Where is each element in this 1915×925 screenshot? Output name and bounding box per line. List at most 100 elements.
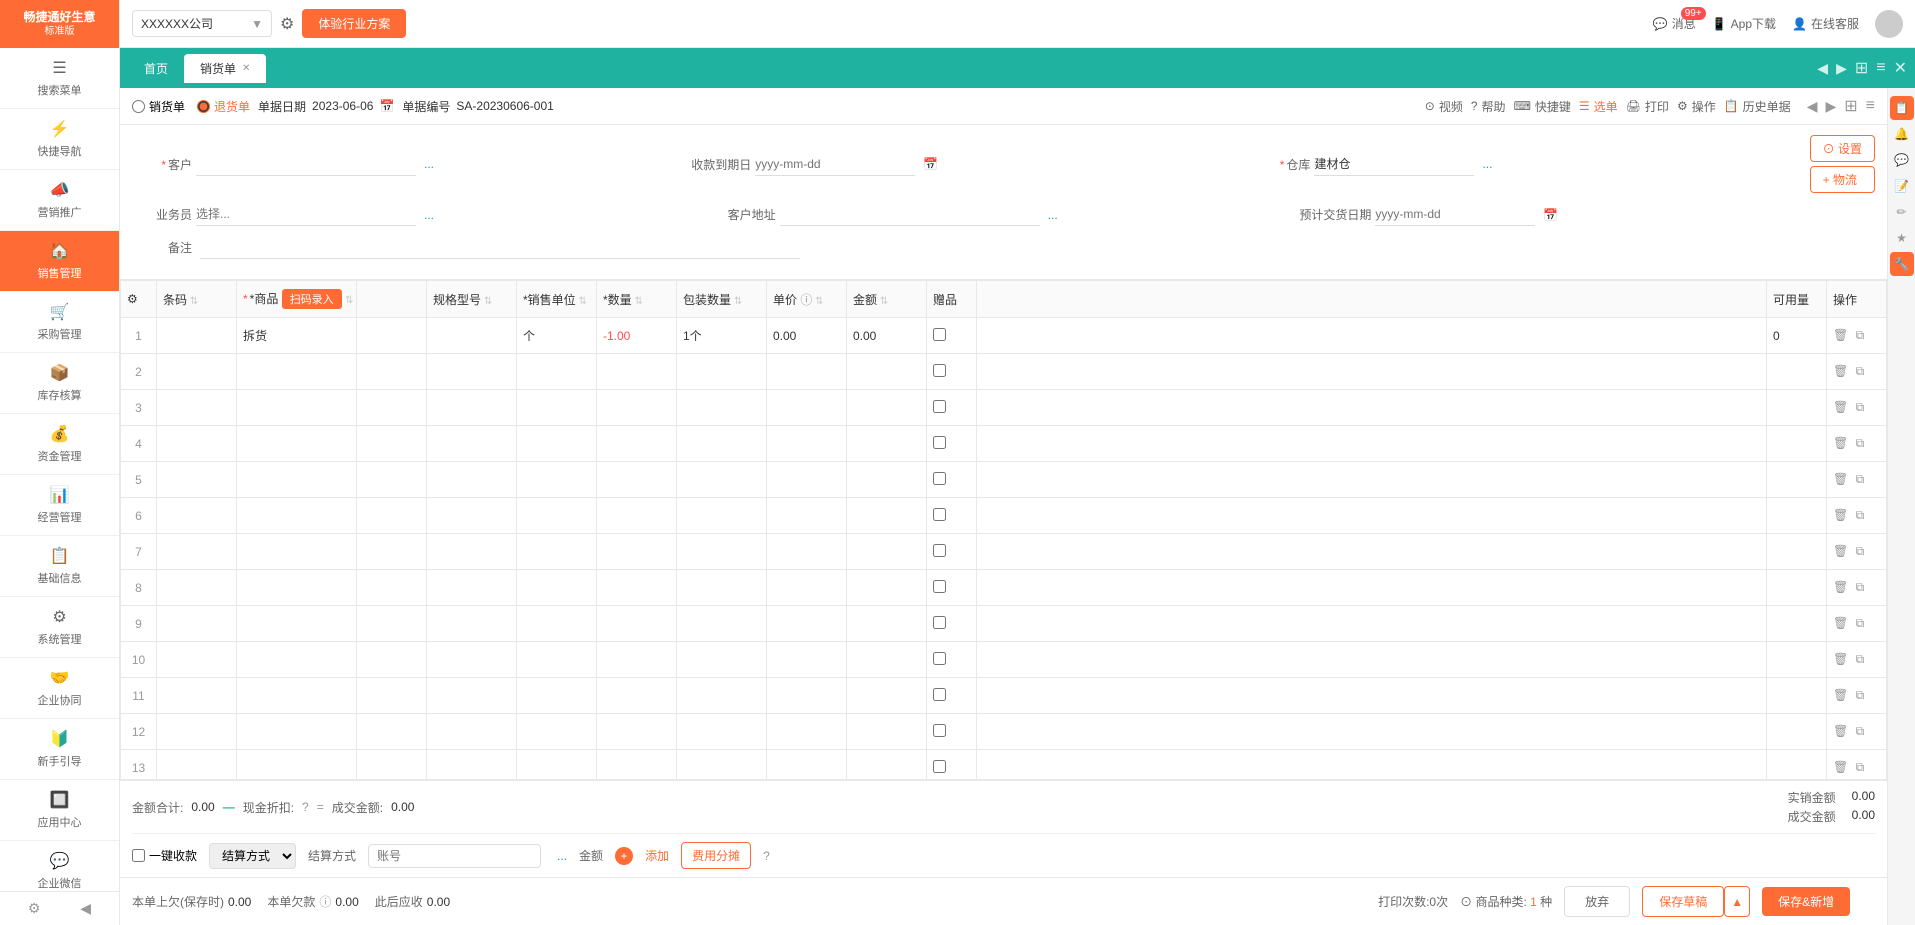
- tab-close-icon[interactable]: ✕: [242, 63, 250, 74]
- due-date-input[interactable]: [755, 153, 915, 176]
- trial-button[interactable]: 体验行业方案: [302, 9, 406, 38]
- row-amount[interactable]: [847, 354, 927, 390]
- row-barcode[interactable]: [157, 570, 237, 606]
- row-price[interactable]: [767, 606, 847, 642]
- delete-icon[interactable]: 🗑: [1833, 400, 1848, 414]
- copy-icon[interactable]: ⧉: [1856, 616, 1865, 630]
- fenyong-button[interactable]: 费用分摊: [681, 842, 751, 869]
- calendar-delivery-icon[interactable]: 📅: [1543, 208, 1558, 222]
- sidebar-item-search[interactable]: ☰ 搜索菜单: [0, 48, 119, 109]
- row-barcode[interactable]: [157, 426, 237, 462]
- row-gift[interactable]: [927, 390, 977, 426]
- save-new-button[interactable]: 保存&新增: [1762, 887, 1850, 916]
- row-remark[interactable]: [977, 570, 1767, 606]
- row-qty[interactable]: [597, 354, 677, 390]
- row-amount[interactable]: [847, 426, 927, 462]
- row-qty[interactable]: [597, 498, 677, 534]
- row-spec[interactable]: [427, 462, 517, 498]
- row-spec[interactable]: [427, 498, 517, 534]
- list-icon[interactable]: ≡: [1866, 97, 1875, 115]
- row-price[interactable]: [767, 426, 847, 462]
- row-gift[interactable]: [927, 606, 977, 642]
- collapse-icon[interactable]: ◀: [80, 900, 91, 917]
- gift-checkbox[interactable]: [933, 436, 946, 449]
- row-pkg-qty[interactable]: [677, 570, 767, 606]
- info-icon[interactable]: ⓘ: [800, 293, 812, 307]
- row-gift[interactable]: [927, 354, 977, 390]
- row-gift[interactable]: [927, 678, 977, 714]
- row-goods[interactable]: [237, 426, 357, 462]
- delete-icon[interactable]: 🗑: [1833, 364, 1848, 378]
- settings-btn[interactable]: ⊙ ⊙ 设置设置: [1810, 135, 1875, 162]
- order-no-value[interactable]: SA-20230606-001: [456, 99, 553, 113]
- row-barcode[interactable]: [157, 354, 237, 390]
- row-goods[interactable]: [237, 570, 357, 606]
- delete-icon[interactable]: 🗑: [1833, 760, 1848, 774]
- row-unit[interactable]: [517, 678, 597, 714]
- customer-addr-input[interactable]: [780, 203, 1040, 226]
- row-remark[interactable]: [977, 534, 1767, 570]
- ops-btn[interactable]: ⚙ 操作: [1677, 98, 1716, 115]
- row-barcode[interactable]: [157, 750, 237, 781]
- settings-bottom-icon[interactable]: ⚙: [28, 900, 41, 917]
- row-qty[interactable]: [597, 642, 677, 678]
- calendar-icon[interactable]: 📅: [379, 99, 394, 113]
- row-remark[interactable]: [977, 678, 1767, 714]
- sidebar-item-inventory[interactable]: 📦 库存核算: [0, 353, 119, 414]
- row-gift[interactable]: [927, 570, 977, 606]
- row-spec[interactable]: [427, 750, 517, 781]
- row-unit[interactable]: [517, 498, 597, 534]
- copy-icon[interactable]: ⧉: [1856, 436, 1865, 450]
- row-barcode[interactable]: [157, 462, 237, 498]
- warehouse-input[interactable]: [1314, 153, 1474, 176]
- row-qty[interactable]: [597, 426, 677, 462]
- row-amount[interactable]: [847, 750, 927, 781]
- row-remark[interactable]: [977, 642, 1767, 678]
- gift-checkbox[interactable]: [933, 364, 946, 377]
- row-unit[interactable]: [517, 354, 597, 390]
- gift-checkbox[interactable]: [933, 688, 946, 701]
- customer-addr-dots[interactable]: ...: [1048, 208, 1058, 222]
- row-barcode[interactable]: [157, 714, 237, 750]
- row-price[interactable]: [767, 462, 847, 498]
- th-barcode[interactable]: 条码: [157, 281, 237, 318]
- abandon-button[interactable]: 放弃: [1564, 886, 1630, 917]
- row-qty[interactable]: [597, 534, 677, 570]
- video-btn[interactable]: ⊙ 视频: [1425, 98, 1463, 115]
- sidebar-item-appstore[interactable]: 🔲 应用中心: [0, 780, 119, 841]
- grid-icon[interactable]: ⊞: [1844, 96, 1857, 116]
- customer-dots[interactable]: ...: [424, 157, 434, 171]
- delete-icon[interactable]: 🗑: [1833, 472, 1848, 486]
- row-barcode[interactable]: [157, 498, 237, 534]
- row-amount[interactable]: [847, 570, 927, 606]
- row-qty[interactable]: [597, 750, 677, 781]
- row-price[interactable]: [767, 498, 847, 534]
- one-click-checkbox-input[interactable]: [132, 849, 145, 862]
- row-price[interactable]: [767, 390, 847, 426]
- salesperson-dots[interactable]: ...: [424, 208, 434, 222]
- row-amount[interactable]: [847, 714, 927, 750]
- help-circle-icon[interactable]: ?: [302, 800, 309, 814]
- row-goods[interactable]: [237, 390, 357, 426]
- row-unit[interactable]: [517, 534, 597, 570]
- company-selector[interactable]: XXXXXX公司 ▼: [132, 10, 272, 37]
- row-amount[interactable]: [847, 462, 927, 498]
- add-payment-button[interactable]: +: [615, 847, 633, 865]
- save-new-dropdown[interactable]: ▲: [1850, 887, 1875, 916]
- avatar[interactable]: [1875, 10, 1903, 38]
- nav-left-icon[interactable]: ◀: [1807, 98, 1818, 115]
- row-pkg-qty[interactable]: [677, 534, 767, 570]
- sidebar-item-marketing[interactable]: 📣 营销推广: [0, 170, 119, 231]
- row-price[interactable]: [767, 714, 847, 750]
- payment-dots[interactable]: ...: [557, 849, 567, 863]
- copy-icon[interactable]: ⧉: [1856, 400, 1865, 414]
- expected-delivery-input[interactable]: [1375, 203, 1535, 226]
- row-price[interactable]: [767, 642, 847, 678]
- gift-checkbox[interactable]: [933, 544, 946, 557]
- float-btn-3[interactable]: 💬: [1890, 148, 1914, 172]
- row-unit[interactable]: [517, 570, 597, 606]
- row-barcode[interactable]: [157, 678, 237, 714]
- delete-icon[interactable]: 🗑: [1833, 544, 1848, 558]
- copy-icon[interactable]: ⧉: [1856, 508, 1865, 522]
- row-price[interactable]: [767, 354, 847, 390]
